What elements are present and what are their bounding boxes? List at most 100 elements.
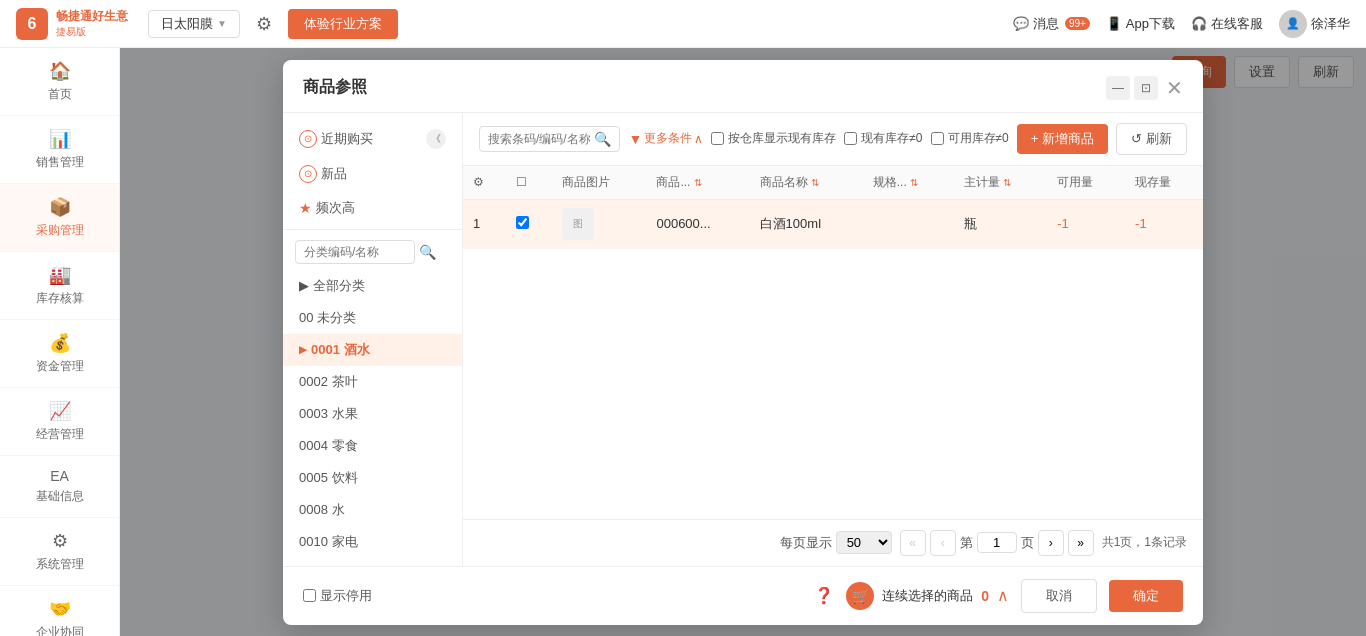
sidebar-item-enterprise[interactable]: 🤝 企业协同 bbox=[0, 586, 119, 636]
category-item-fruit[interactable]: 0003 水果 bbox=[283, 398, 462, 430]
sidebar-item-inventory[interactable]: 🏭 库存核算 bbox=[0, 252, 119, 320]
trial-button[interactable]: 体验行业方案 bbox=[288, 9, 398, 39]
row-name: 白酒100ml bbox=[750, 199, 863, 248]
frequent-nav[interactable]: ★ 频次高 bbox=[283, 191, 462, 225]
headset-icon: 🎧 bbox=[1191, 16, 1207, 31]
col-image: 商品图片 bbox=[552, 166, 647, 200]
app-download-label: App下载 bbox=[1126, 15, 1175, 33]
settings-icon[interactable]: ⚙ bbox=[248, 8, 280, 40]
sidebar-item-home[interactable]: 🏠 首页 bbox=[0, 48, 119, 116]
cart-label: 连续选择的商品 bbox=[882, 587, 973, 605]
sidebar-item-sales[interactable]: 📊 销售管理 bbox=[0, 116, 119, 184]
warehouse-checkbox[interactable] bbox=[711, 132, 724, 145]
product-table: ⚙ ☐ 商品图片 商品... ⇅ 商品名称 bbox=[463, 166, 1203, 249]
modal-footer: 显示停用 ❓ 🛒 连续选择的商品 0 ∧ 取消 确定 bbox=[283, 566, 1203, 625]
category-item-appliance[interactable]: 0010 家电 bbox=[283, 526, 462, 558]
chevron-up-icon: ∧ bbox=[694, 132, 703, 146]
sort-icon: ⇅ bbox=[811, 177, 819, 188]
customer-service-label: 在线客服 bbox=[1211, 15, 1263, 33]
category-label: 0002 茶叶 bbox=[299, 373, 358, 391]
filter-available-label: 可用库存≠0 bbox=[948, 130, 1009, 147]
sales-icon: 📊 bbox=[49, 128, 71, 150]
page-input[interactable] bbox=[977, 532, 1017, 553]
total-info: 共1页，1条记录 bbox=[1102, 534, 1187, 551]
system-icon: ⚙ bbox=[52, 530, 68, 552]
sidebar-item-finance[interactable]: 💰 资金管理 bbox=[0, 320, 119, 388]
table-row[interactable]: 1 图 000600... 白酒100ml 瓶 bbox=[463, 199, 1203, 248]
row-checkbox[interactable] bbox=[506, 199, 552, 248]
minimize-button[interactable]: — bbox=[1106, 76, 1130, 100]
col-name[interactable]: 商品名称 ⇅ bbox=[750, 166, 863, 200]
show-disabled-checkbox[interactable] bbox=[303, 589, 316, 602]
category-search-icon[interactable]: 🔍 bbox=[419, 244, 436, 260]
cancel-button[interactable]: 取消 bbox=[1021, 579, 1097, 613]
col-spec[interactable]: 规格... ⇅ bbox=[863, 166, 954, 200]
maximize-button[interactable]: ⊡ bbox=[1134, 76, 1158, 100]
app-download-item[interactable]: 📱 App下载 bbox=[1106, 15, 1175, 33]
sort-icon: ⇅ bbox=[910, 177, 918, 188]
enterprise-icon: 🤝 bbox=[49, 598, 71, 620]
category-item-all[interactable]: ▶ 全部分类 bbox=[283, 270, 462, 302]
help-icon[interactable]: ❓ bbox=[814, 586, 834, 605]
logo-text: 畅捷通好生意 捷易版 bbox=[56, 8, 128, 39]
search-icon[interactable]: 🔍 bbox=[594, 131, 611, 147]
customer-service-item[interactable]: 🎧 在线客服 bbox=[1191, 15, 1263, 33]
sidebar-item-purchase[interactable]: 📦 采购管理 bbox=[0, 184, 119, 252]
first-page-button[interactable]: « bbox=[900, 530, 926, 556]
sidebar-item-label: 库存核算 bbox=[36, 290, 84, 307]
filter-available-check[interactable]: 可用库存≠0 bbox=[931, 130, 1009, 147]
active-arrow-icon: ▶ bbox=[299, 344, 307, 355]
col-unit[interactable]: 主计量 ⇅ bbox=[954, 166, 1048, 200]
page-size-select: 每页显示 50 10 20 100 bbox=[780, 531, 892, 554]
product-search-input[interactable] bbox=[488, 132, 590, 146]
stock-checkbox[interactable] bbox=[844, 132, 857, 145]
category-item-beverage[interactable]: 0005 饮料 bbox=[283, 462, 462, 494]
collapse-cart-icon[interactable]: ∧ bbox=[997, 586, 1009, 605]
sidebar-item-business[interactable]: 📈 经营管理 bbox=[0, 388, 119, 456]
logo-area: 6 畅捷通好生意 捷易版 bbox=[16, 8, 128, 40]
category-item-tea[interactable]: 0002 茶叶 bbox=[283, 366, 462, 398]
sidebar-item-system[interactable]: ⚙ 系统管理 bbox=[0, 518, 119, 586]
home-icon: 🏠 bbox=[49, 60, 71, 82]
filter-warehouse-check[interactable]: 按仓库显示现有库存 bbox=[711, 130, 836, 147]
new-product-nav[interactable]: ⊙ 新品 bbox=[283, 157, 462, 191]
show-disabled-check[interactable]: 显示停用 bbox=[303, 587, 372, 605]
cart-icon[interactable]: 🛒 bbox=[846, 582, 874, 610]
next-page-button[interactable]: › bbox=[1038, 530, 1064, 556]
messages-item[interactable]: 💬 消息 99+ bbox=[1013, 15, 1090, 33]
star-icon: ★ bbox=[299, 200, 312, 216]
user-item[interactable]: 👤 徐泽华 bbox=[1279, 10, 1350, 38]
per-page-selector[interactable]: 50 10 20 100 bbox=[836, 531, 892, 554]
divider bbox=[283, 229, 462, 230]
product-reference-modal: 商品参照 — ⊡ ✕ ⊙ 近期购买 bbox=[283, 60, 1203, 625]
category-item-alcohol[interactable]: ▶ 0001 酒水 bbox=[283, 334, 462, 366]
col-checkbox[interactable]: ☐ bbox=[506, 166, 552, 200]
col-code[interactable]: 商品... ⇅ bbox=[646, 166, 749, 200]
sidebar-item-label: 基础信息 bbox=[36, 488, 84, 505]
close-icon[interactable]: ✕ bbox=[1166, 78, 1183, 98]
add-product-button[interactable]: + 新增商品 bbox=[1017, 124, 1108, 154]
refresh-button[interactable]: ↺ 刷新 bbox=[1116, 123, 1187, 155]
filter-more-btn[interactable]: ▼ 更多条件 ∧ bbox=[628, 130, 703, 147]
filter-stock-check[interactable]: 现有库存≠0 bbox=[844, 130, 922, 147]
category-item-snack[interactable]: 0004 零食 bbox=[283, 430, 462, 462]
user-icon: 👤 bbox=[1286, 17, 1300, 30]
category-item-water[interactable]: 0008 水 bbox=[283, 494, 462, 526]
modal-title: 商品参照 bbox=[303, 77, 367, 98]
category-search-input[interactable] bbox=[295, 240, 415, 264]
show-disabled-label: 显示停用 bbox=[320, 587, 372, 605]
sidebar-item-basic[interactable]: EA 基础信息 bbox=[0, 456, 119, 518]
available-checkbox[interactable] bbox=[931, 132, 944, 145]
recent-purchase-nav[interactable]: ⊙ 近期购买 《 bbox=[283, 121, 462, 157]
collapse-icon[interactable]: 《 bbox=[426, 129, 446, 149]
prev-page-button[interactable]: ‹ bbox=[930, 530, 956, 556]
col-settings[interactable]: ⚙ bbox=[463, 166, 506, 200]
last-page-button[interactable]: » bbox=[1068, 530, 1094, 556]
product-thumbnail: 图 bbox=[562, 208, 594, 240]
row-unit: 瓶 bbox=[954, 199, 1048, 248]
messages-label: 消息 bbox=[1033, 15, 1059, 33]
main-layout: 🏠 首页 📊 销售管理 📦 采购管理 🏭 库存核算 💰 资金管理 📈 经营管理 … bbox=[0, 48, 1366, 636]
store-selector[interactable]: 日太阳膜 ▼ bbox=[148, 10, 240, 38]
category-item-unclassified[interactable]: 00 未分类 bbox=[283, 302, 462, 334]
confirm-button[interactable]: 确定 bbox=[1109, 580, 1183, 612]
